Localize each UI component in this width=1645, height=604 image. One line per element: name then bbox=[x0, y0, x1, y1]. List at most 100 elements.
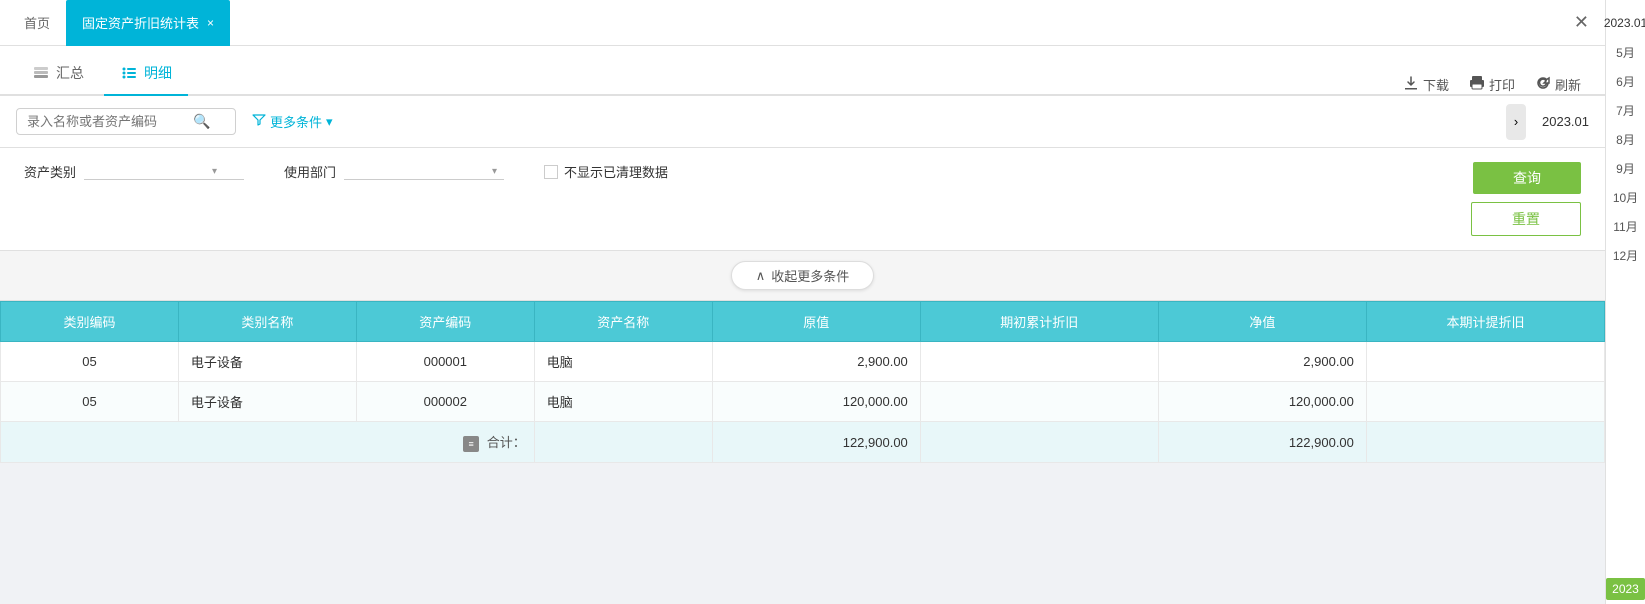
sidebar-month-12[interactable]: 12月 bbox=[1609, 241, 1642, 270]
col-original: 原值 bbox=[712, 302, 920, 342]
row1-asset-code: 000001 bbox=[356, 342, 534, 382]
col-current-depr: 本期计提折旧 bbox=[1366, 302, 1604, 342]
top-nav: 首页 固定资产折旧统计表 × ✕ bbox=[0, 0, 1605, 46]
window-close-icon[interactable]: ✕ bbox=[1574, 12, 1589, 33]
total-label: 合计： bbox=[487, 435, 526, 450]
department-arrow: ▾ bbox=[492, 166, 497, 177]
tab-bar: 汇总 明细 bbox=[0, 46, 1605, 96]
right-sidebar: 2023.01 5月 6月 7月 8月 9月 10月 11月 12月 2023 bbox=[1605, 0, 1645, 604]
row2-cat-code: 05 bbox=[1, 382, 179, 422]
row1-original: 2,900.00 bbox=[712, 342, 920, 382]
sidebar-month-9[interactable]: 9月 bbox=[1612, 154, 1639, 183]
sidebar-toggle-button[interactable]: › bbox=[1506, 104, 1526, 140]
collapse-row: ∧ 收起更多条件 bbox=[0, 251, 1605, 301]
sidebar-month-5[interactable]: 5月 bbox=[1612, 38, 1639, 67]
sidebar-year[interactable]: 2023 bbox=[1606, 578, 1645, 600]
download-icon bbox=[1403, 75, 1419, 94]
asset-category-label: 资产类别 bbox=[24, 162, 76, 181]
search-wrap[interactable]: 🔍 bbox=[16, 108, 236, 135]
search-icon: 🔍 bbox=[193, 113, 210, 130]
collapse-label: 收起更多条件 bbox=[771, 266, 849, 285]
row1-current-depr bbox=[1366, 342, 1604, 382]
row2-original: 120,000.00 bbox=[712, 382, 920, 422]
total-original: 122,900.00 bbox=[712, 422, 920, 463]
row2-asset-code: 000002 bbox=[356, 382, 534, 422]
total-current-depr bbox=[1366, 422, 1604, 463]
hide-cleared-label: 不显示已清理数据 bbox=[564, 162, 668, 181]
tab-title: 固定资产折旧统计表 bbox=[82, 13, 199, 32]
download-label: 下载 bbox=[1423, 75, 1449, 94]
col-asset-code: 资产编码 bbox=[356, 302, 534, 342]
tab-summary[interactable]: 汇总 bbox=[16, 52, 100, 96]
department-label: 使用部门 bbox=[284, 162, 336, 181]
collapse-up-icon: ∧ bbox=[756, 268, 766, 284]
col-asset-name: 资产名称 bbox=[534, 302, 712, 342]
tab-detail[interactable]: 明细 bbox=[104, 52, 188, 96]
table-row: 05 电子设备 000001 电脑 2,900.00 2,900.00 bbox=[1, 342, 1605, 382]
list-icon bbox=[120, 64, 138, 82]
refresh-icon bbox=[1535, 75, 1551, 94]
total-net-value: 122,900.00 bbox=[1158, 422, 1366, 463]
table-wrap: 类别编码 类别名称 资产编码 资产名称 原值 期初累计折旧 净值 本期计提折旧 … bbox=[0, 301, 1605, 604]
table-row: 05 电子设备 000002 电脑 120,000.00 120,000.00 bbox=[1, 382, 1605, 422]
row1-asset-name: 电脑 bbox=[534, 342, 712, 382]
filter-area: 资产类别 ▾ 使用部门 ▾ 不显示已清理数据 bbox=[0, 148, 1605, 251]
reset-button[interactable]: 重置 bbox=[1471, 202, 1581, 236]
layers-icon bbox=[32, 64, 50, 82]
col-cat-name: 类别名称 bbox=[178, 302, 356, 342]
print-label: 打印 bbox=[1489, 75, 1515, 94]
more-conditions-label: 更多条件 bbox=[270, 112, 322, 131]
sidebar-month-6[interactable]: 6月 bbox=[1612, 67, 1639, 96]
sidebar-month-10[interactable]: 10月 bbox=[1609, 183, 1642, 212]
refresh-label: 刷新 bbox=[1555, 75, 1581, 94]
download-button[interactable]: 下载 bbox=[1403, 75, 1449, 94]
data-table: 类别编码 类别名称 资产编码 资产名称 原值 期初累计折旧 净值 本期计提折旧 … bbox=[0, 301, 1605, 463]
tab-detail-label: 明细 bbox=[144, 63, 172, 83]
home-link[interactable]: 首页 bbox=[16, 13, 58, 32]
asset-category-select[interactable]: ▾ bbox=[84, 164, 244, 180]
row2-accum-depr bbox=[920, 382, 1158, 422]
active-tab[interactable]: 固定资产折旧统计表 × bbox=[66, 0, 230, 46]
sidebar-month-7[interactable]: 7月 bbox=[1612, 96, 1639, 125]
print-icon bbox=[1469, 75, 1485, 94]
sidebar-month-8[interactable]: 8月 bbox=[1612, 125, 1639, 154]
tab-summary-label: 汇总 bbox=[56, 63, 84, 83]
col-net-value: 净值 bbox=[1158, 302, 1366, 342]
collapse-button[interactable]: ∧ 收起更多条件 bbox=[731, 261, 875, 290]
row1-cat-name: 电子设备 bbox=[178, 342, 356, 382]
query-button[interactable]: 查询 bbox=[1473, 162, 1581, 194]
row1-cat-code: 05 bbox=[1, 342, 179, 382]
total-icon: ≡ bbox=[463, 436, 479, 452]
total-accum-depr bbox=[920, 422, 1158, 463]
chevron-down-icon: ▾ bbox=[326, 114, 333, 130]
sidebar-date: 2023.01 bbox=[1600, 8, 1645, 38]
more-conditions-button[interactable]: 更多条件 ▾ bbox=[252, 112, 333, 131]
filter-buttons: 查询 重置 bbox=[1471, 162, 1581, 236]
row2-net-value: 120,000.00 bbox=[1158, 382, 1366, 422]
checkbox-box-icon bbox=[544, 165, 558, 179]
sidebar-month-11[interactable]: 11月 bbox=[1609, 212, 1641, 241]
filter-icon bbox=[252, 113, 266, 130]
date-display: 2023.01 bbox=[1542, 114, 1589, 129]
row2-current-depr bbox=[1366, 382, 1604, 422]
row2-asset-name: 电脑 bbox=[534, 382, 712, 422]
asset-category-field: 资产类别 ▾ bbox=[24, 162, 244, 181]
chevron-right-icon: › bbox=[1514, 114, 1518, 129]
print-button[interactable]: 打印 bbox=[1469, 75, 1515, 94]
search-input[interactable] bbox=[27, 114, 187, 129]
row1-net-value: 2,900.00 bbox=[1158, 342, 1366, 382]
row1-accum-depr bbox=[920, 342, 1158, 382]
col-accum-depr: 期初累计折旧 bbox=[920, 302, 1158, 342]
hide-cleared-checkbox[interactable]: 不显示已清理数据 bbox=[544, 162, 668, 181]
asset-category-arrow: ▾ bbox=[212, 166, 217, 177]
tab-close-icon[interactable]: × bbox=[207, 16, 214, 30]
row2-cat-name: 电子设备 bbox=[178, 382, 356, 422]
refresh-button[interactable]: 刷新 bbox=[1535, 75, 1581, 94]
department-field: 使用部门 ▾ bbox=[284, 162, 504, 181]
search-toolbar: 🔍 更多条件 ▾ › 2023.01 bbox=[0, 96, 1605, 148]
department-select[interactable]: ▾ bbox=[344, 164, 504, 180]
total-row: ≡ 合计： 122,900.00 122,900.00 bbox=[1, 422, 1605, 463]
total-empty bbox=[534, 422, 712, 463]
table-header-row: 类别编码 类别名称 资产编码 资产名称 原值 期初累计折旧 净值 本期计提折旧 bbox=[1, 302, 1605, 342]
col-cat-code: 类别编码 bbox=[1, 302, 179, 342]
